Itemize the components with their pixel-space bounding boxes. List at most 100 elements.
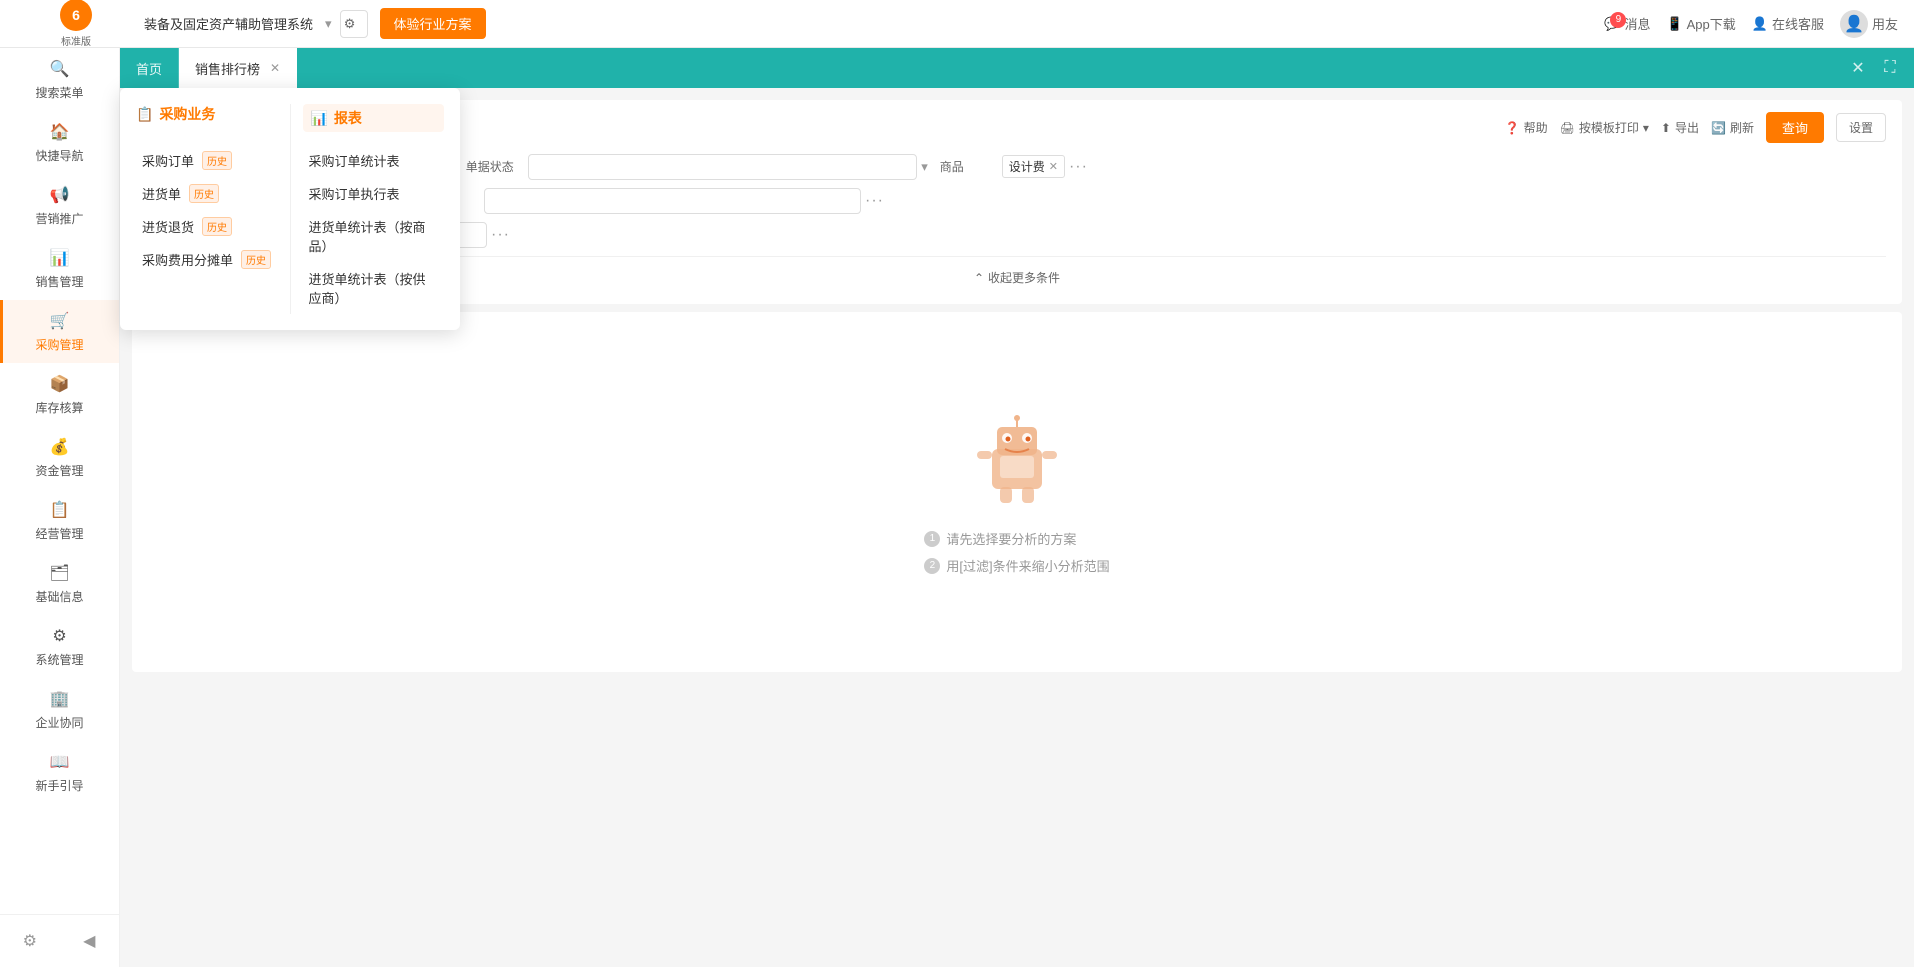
menu-purchase-order-stat[interactable]: 采购订单统计表 bbox=[303, 144, 445, 177]
sidebar-item-purchase[interactable]: 🛒 采购管理 bbox=[0, 300, 119, 363]
inventory-icon: 📦 bbox=[49, 373, 71, 395]
salesperson-input[interactable] bbox=[484, 188, 861, 214]
setting-btn[interactable]: 设置 bbox=[1836, 113, 1886, 142]
sidebar-item-guide[interactable]: 📖 新手引导 bbox=[0, 741, 119, 804]
marketing-icon: 📢 bbox=[49, 184, 71, 206]
user-label: 用友 bbox=[1872, 14, 1898, 33]
sidebar-collapse-btn[interactable]: ◀ bbox=[73, 925, 105, 957]
sidebar-item-system[interactable]: ⚙ 系统管理 bbox=[0, 615, 119, 678]
sidebar-label-purchase: 采购管理 bbox=[35, 336, 83, 353]
empty-step-1-text: 请先选择要分析的方案 bbox=[946, 529, 1076, 548]
online-service-btn[interactable]: 👤 在线客服 bbox=[1752, 14, 1824, 33]
query-btn[interactable]: 查询 bbox=[1766, 112, 1824, 143]
system-icon: ⚙ bbox=[49, 625, 71, 647]
purchase-dropdown-menu: 📋 采购业务 采购订单 历史 进货单 历史 进货退货 历史 采购费用分摊单 历史 bbox=[120, 88, 460, 330]
collapse-arrow-icon: ⌃ bbox=[974, 271, 984, 285]
col-divider bbox=[290, 104, 291, 314]
purchase-icon: 🛒 bbox=[49, 310, 71, 332]
sidebar-label-basic: 基础信息 bbox=[35, 588, 83, 605]
settings-icon-btn[interactable]: ⚙ bbox=[340, 10, 368, 38]
help-btn[interactable]: ❓ 帮助 bbox=[1505, 119, 1548, 136]
sidebar-item-basic[interactable]: 🗂 基础信息 bbox=[0, 552, 119, 615]
sidebar-label-system: 系统管理 bbox=[35, 651, 83, 668]
system-title-text: 装备及固定资产辅助管理系统 bbox=[144, 14, 313, 33]
purchase-col-header: 📋 采购业务 bbox=[136, 104, 278, 132]
tab-sales-rank[interactable]: 销售排行榜 ✕ bbox=[179, 48, 297, 88]
reports-col-icon: 📊 bbox=[311, 110, 328, 127]
print-btn[interactable]: 🖨 按模板打印 ▾ bbox=[1560, 119, 1649, 136]
home-icon: 🏠 bbox=[49, 121, 71, 143]
inbound-history: 历史 bbox=[189, 184, 219, 203]
menu-inbound-stat-by-goods[interactable]: 进货单统计表（按商品） bbox=[303, 210, 445, 262]
logo-svg: 6 bbox=[65, 4, 87, 26]
goods-tag-close-icon[interactable]: ✕ bbox=[1049, 160, 1058, 173]
inbound-stat-goods-label: 进货单统计表（按商品） bbox=[309, 217, 439, 255]
message-badge-wrap: 💬 9 bbox=[1604, 16, 1620, 32]
refresh-btn[interactable]: 🔄 刷新 bbox=[1711, 119, 1754, 136]
doc-status-input[interactable] bbox=[528, 154, 917, 180]
return-label: 进货退货 bbox=[142, 217, 194, 236]
menu-return[interactable]: 进货退货 历史 bbox=[136, 210, 278, 243]
tab-close-icon[interactable]: ✕ bbox=[270, 61, 280, 75]
doc-status-dropdown[interactable]: ▾ bbox=[921, 159, 928, 175]
sidebar-label-guide: 新手引导 bbox=[35, 777, 83, 794]
operation-icon: 📋 bbox=[49, 499, 71, 521]
top-header: 6 标准版 装备及固定资产辅助管理系统 ▾ ⚙ 体验行业方案 💬 9 消息 📱 … bbox=[0, 0, 1914, 48]
sidebar-item-search[interactable]: 🔍 搜索菜单 bbox=[0, 48, 119, 111]
refresh-icon: 🔄 bbox=[1711, 121, 1726, 135]
menu-inbound-stat-by-supplier[interactable]: 进货单统计表（按供应商） bbox=[303, 262, 445, 314]
sidebar-item-finance[interactable]: 💰 资金管理 bbox=[0, 426, 119, 489]
collapse-label: 收起更多条件 bbox=[988, 269, 1060, 286]
tab-sales-rank-label: 销售排行榜 bbox=[195, 59, 260, 78]
title-dropdown-arrow[interactable]: ▾ bbox=[325, 16, 332, 32]
logo-area: 6 标准版 bbox=[16, 0, 136, 48]
sidebar-item-corp[interactable]: 🏢 企业协同 bbox=[0, 678, 119, 741]
purchase-col: 📋 采购业务 采购订单 历史 进货单 历史 进货退货 历史 采购费用分摊单 历史 bbox=[136, 104, 278, 314]
sidebar-label-search: 搜索菜单 bbox=[35, 84, 83, 101]
customer-dots-btn[interactable]: ··· bbox=[491, 226, 510, 244]
sidebar-item-operation[interactable]: 📋 经营管理 bbox=[0, 489, 119, 552]
goods-dots-btn[interactable]: ··· bbox=[1069, 158, 1088, 176]
salesperson-dots-btn[interactable]: ··· bbox=[865, 192, 884, 210]
dropdown-cols: 📋 采购业务 采购订单 历史 进货单 历史 进货退货 历史 采购费用分摊单 历史 bbox=[136, 104, 444, 314]
help-icon: ❓ bbox=[1505, 121, 1520, 135]
menu-purchase-order-exec[interactable]: 采购订单执行表 bbox=[303, 177, 445, 210]
expense-label: 采购费用分摊单 bbox=[142, 250, 233, 269]
sidebar-item-marketing[interactable]: 📢 营销推广 bbox=[0, 174, 119, 237]
user-avatar: 👤 bbox=[1840, 10, 1868, 38]
menu-purchase-order[interactable]: 采购订单 历史 bbox=[136, 144, 278, 177]
user-btn[interactable]: 👤 用友 bbox=[1840, 10, 1898, 38]
tab-home-label: 首页 bbox=[136, 59, 162, 78]
sidebar-label-quick: 快捷导航 bbox=[35, 147, 83, 164]
sidebar-label-operation: 经营管理 bbox=[35, 525, 83, 542]
tab-bar-right: ✕ ⛶ bbox=[1846, 56, 1914, 80]
robot-svg bbox=[967, 409, 1067, 509]
goods-label: 商品 bbox=[940, 158, 990, 175]
message-label: 消息 bbox=[1624, 14, 1650, 33]
purchase-col-icon: 📋 bbox=[136, 106, 153, 123]
guide-icon: 📖 bbox=[49, 751, 71, 773]
reports-col-title: 报表 bbox=[334, 108, 362, 128]
purchase-order-history: 历史 bbox=[202, 151, 232, 170]
message-btn[interactable]: 💬 9 消息 bbox=[1604, 14, 1650, 33]
sidebar-settings-btn[interactable]: ⚙ bbox=[14, 925, 46, 957]
sidebar-bottom: ⚙ ◀ bbox=[0, 914, 119, 967]
export-btn[interactable]: ⬆ 导出 bbox=[1661, 119, 1699, 136]
tab-close-window-btn[interactable]: ✕ bbox=[1846, 56, 1870, 80]
sidebar-item-sales[interactable]: 📊 销售管理 bbox=[0, 237, 119, 300]
tab-home[interactable]: 首页 bbox=[120, 48, 179, 88]
menu-inbound[interactable]: 进货单 历史 bbox=[136, 177, 278, 210]
return-history: 历史 bbox=[202, 217, 232, 236]
sidebar-label-finance: 资金管理 bbox=[35, 462, 83, 479]
app-download-btn[interactable]: 📱 App下载 bbox=[1666, 14, 1735, 33]
sidebar-label-inventory: 库存核算 bbox=[35, 399, 83, 416]
logo-sub: 标准版 bbox=[61, 33, 91, 48]
menu-expense[interactable]: 采购费用分摊单 历史 bbox=[136, 243, 278, 276]
sidebar-item-quick[interactable]: 🏠 快捷导航 bbox=[0, 111, 119, 174]
industry-btn[interactable]: 体验行业方案 bbox=[380, 8, 486, 39]
print-dropdown-icon: ▾ bbox=[1643, 121, 1649, 135]
sidebar-item-inventory[interactable]: 📦 库存核算 bbox=[0, 363, 119, 426]
service-icon: 👤 bbox=[1752, 16, 1768, 32]
tab-expand-btn[interactable]: ⛶ bbox=[1878, 56, 1902, 80]
corp-icon: 🏢 bbox=[49, 688, 71, 710]
